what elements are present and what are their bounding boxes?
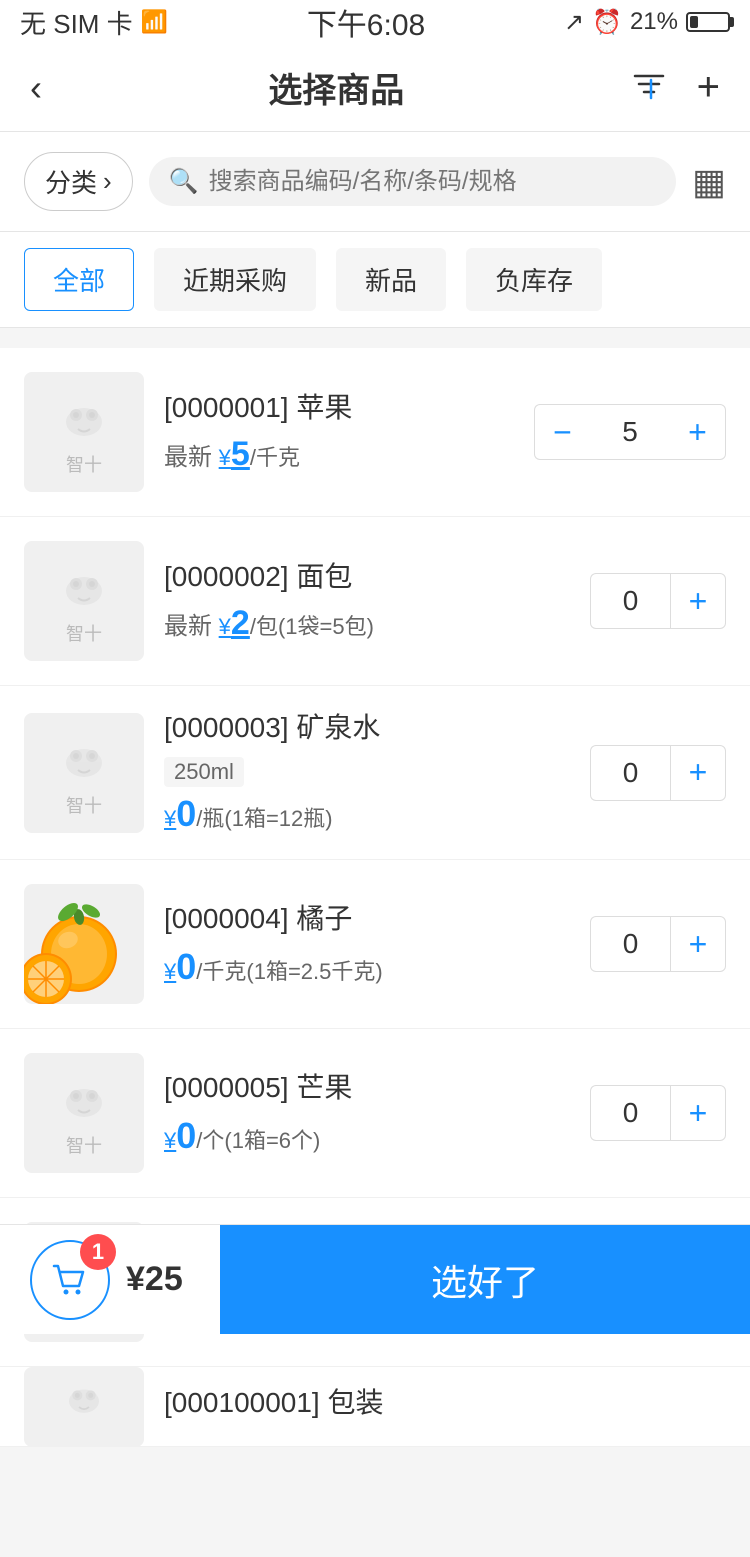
qty-input-3[interactable] xyxy=(590,745,670,801)
filter-tabs: 全部 近期采购 新品 负库存 xyxy=(0,232,750,328)
status-time: 下午6:08 xyxy=(307,0,425,44)
back-button[interactable]: ‹ xyxy=(30,67,42,109)
product-price-2: 最新 ¥2/包(1袋=5包) xyxy=(164,604,570,643)
product-info-2: [0000002] 面包 最新 ¥2/包(1袋=5包) xyxy=(164,559,570,642)
qty-control-4: + xyxy=(590,916,726,972)
qty-control-1: − + xyxy=(534,404,726,460)
category-chevron: › xyxy=(103,166,112,197)
product-thumbnail-3: 智十 xyxy=(24,713,144,833)
qty-plus-button-3[interactable]: + xyxy=(670,745,726,801)
tab-all[interactable]: 全部 xyxy=(24,248,134,311)
product-price-4: ¥0/千克(1箱=2.5千克) xyxy=(164,946,570,988)
category-label: 分类 xyxy=(45,163,97,200)
table-row: [0000004] 橘子 ¥0/千克(1箱=2.5千克) + xyxy=(0,860,750,1029)
product-name-7: [000100001] 包装 xyxy=(164,1385,726,1421)
qty-input-4[interactable] xyxy=(590,916,670,972)
tab-recent[interactable]: 近期采购 xyxy=(154,248,316,311)
search-icon: 🔍 xyxy=(169,167,199,196)
qty-plus-button-1[interactable]: + xyxy=(670,404,726,460)
status-left: 无 SIM 卡 📶 xyxy=(20,4,168,41)
qty-control-3: + xyxy=(590,745,726,801)
product-price-5: ¥0/个(1箱=6个) xyxy=(164,1115,570,1157)
qty-input-1[interactable] xyxy=(590,404,670,460)
product-price-1: 最新 ¥5/千克 xyxy=(164,435,514,474)
status-bar: 无 SIM 卡 📶 下午6:08 ↗ ⏰ 21% xyxy=(0,0,750,44)
filter-icon[interactable] xyxy=(631,66,667,110)
table-row: 智十 [0000003] 矿泉水 250ml ¥0/瓶(1箱=12瓶) + xyxy=(0,686,750,860)
qty-input-5[interactable] xyxy=(590,1085,670,1141)
section-divider xyxy=(0,328,750,348)
product-name-1: [0000001] 苹果 xyxy=(164,390,514,426)
owl-brand-text: 智十 xyxy=(66,792,102,818)
battery-percent: 21% xyxy=(630,8,678,36)
battery-bar xyxy=(686,12,730,32)
confirm-button[interactable]: 选好了 xyxy=(220,1225,750,1334)
product-thumbnail-7 xyxy=(24,1367,144,1447)
scan-icon[interactable]: ▦ xyxy=(692,161,726,203)
product-info-1: [0000001] 苹果 最新 ¥5/千克 xyxy=(164,390,514,473)
owl-brand-text: 智十 xyxy=(66,1132,102,1158)
nav-actions: + xyxy=(631,65,720,110)
product-info-4: [0000004] 橘子 ¥0/千克(1箱=2.5千克) xyxy=(164,901,570,987)
product-thumbnail-2: 智十 xyxy=(24,541,144,661)
location-icon: ↗ xyxy=(564,8,584,37)
product-thumbnail-5: 智十 xyxy=(24,1053,144,1173)
table-row: 智十 [0000001] 苹果 最新 ¥5/千克 − + xyxy=(0,348,750,517)
qty-plus-button-2[interactable]: + xyxy=(670,573,726,629)
search-input[interactable] xyxy=(209,168,656,196)
nav-bar: ‹ 选择商品 + xyxy=(0,44,750,132)
product-price-3: ¥0/瓶(1箱=12瓶) xyxy=(164,793,570,835)
product-name-3: [0000003] 矿泉水 xyxy=(164,710,570,746)
tab-new[interactable]: 新品 xyxy=(336,248,446,311)
product-info-7: [000100001] 包装 xyxy=(164,1385,726,1429)
qty-input-2[interactable] xyxy=(590,573,670,629)
table-row: 智十 [0000002] 面包 最新 ¥2/包(1袋=5包) + xyxy=(0,517,750,686)
tab-negative[interactable]: 负库存 xyxy=(466,248,602,311)
cart-badge: 1 xyxy=(80,1234,116,1270)
qty-plus-button-5[interactable]: + xyxy=(670,1085,726,1141)
qty-control-5: + xyxy=(590,1085,726,1141)
table-row: 智十 [0000005] 芒果 ¥0/个(1箱=6个) + xyxy=(0,1029,750,1198)
product-name-2: [0000002] 面包 xyxy=(164,559,570,595)
cart-section: 1 ¥25 xyxy=(0,1240,220,1320)
table-row: [000100001] 包装 xyxy=(0,1367,750,1447)
add-icon[interactable]: + xyxy=(697,65,720,110)
product-info-3: [0000003] 矿泉水 250ml ¥0/瓶(1箱=12瓶) xyxy=(164,710,570,835)
product-thumbnail-4 xyxy=(24,884,144,1004)
page-title: 选择商品 xyxy=(268,63,404,112)
qty-minus-button-1[interactable]: − xyxy=(534,404,590,460)
category-button[interactable]: 分类 › xyxy=(24,152,133,211)
qty-control-2: + xyxy=(590,573,726,629)
wifi-icon: 📶 xyxy=(141,9,168,35)
product-name-4: [0000004] 橘子 xyxy=(164,901,570,937)
product-info-5: [0000005] 芒果 ¥0/个(1箱=6个) xyxy=(164,1070,570,1156)
carrier-label: 无 SIM 卡 xyxy=(20,4,133,41)
qty-plus-button-4[interactable]: + xyxy=(670,916,726,972)
cart-total: ¥25 xyxy=(126,1260,183,1299)
search-section: 分类 › 🔍 ▦ xyxy=(0,132,750,232)
status-right: ↗ ⏰ 21% xyxy=(564,8,730,37)
search-input-wrap: 🔍 xyxy=(149,157,676,206)
product-spec-3: 250ml xyxy=(164,757,244,787)
bottom-bar: 1 ¥25 选好了 xyxy=(0,1224,750,1334)
owl-brand-text: 智十 xyxy=(66,451,102,477)
product-name-5: [0000005] 芒果 xyxy=(164,1070,570,1106)
owl-brand-text: 智十 xyxy=(66,620,102,646)
product-thumbnail-1: 智十 xyxy=(24,372,144,492)
cart-icon-button[interactable]: 1 xyxy=(30,1240,110,1320)
alarm-icon: ⏰ xyxy=(592,8,622,37)
